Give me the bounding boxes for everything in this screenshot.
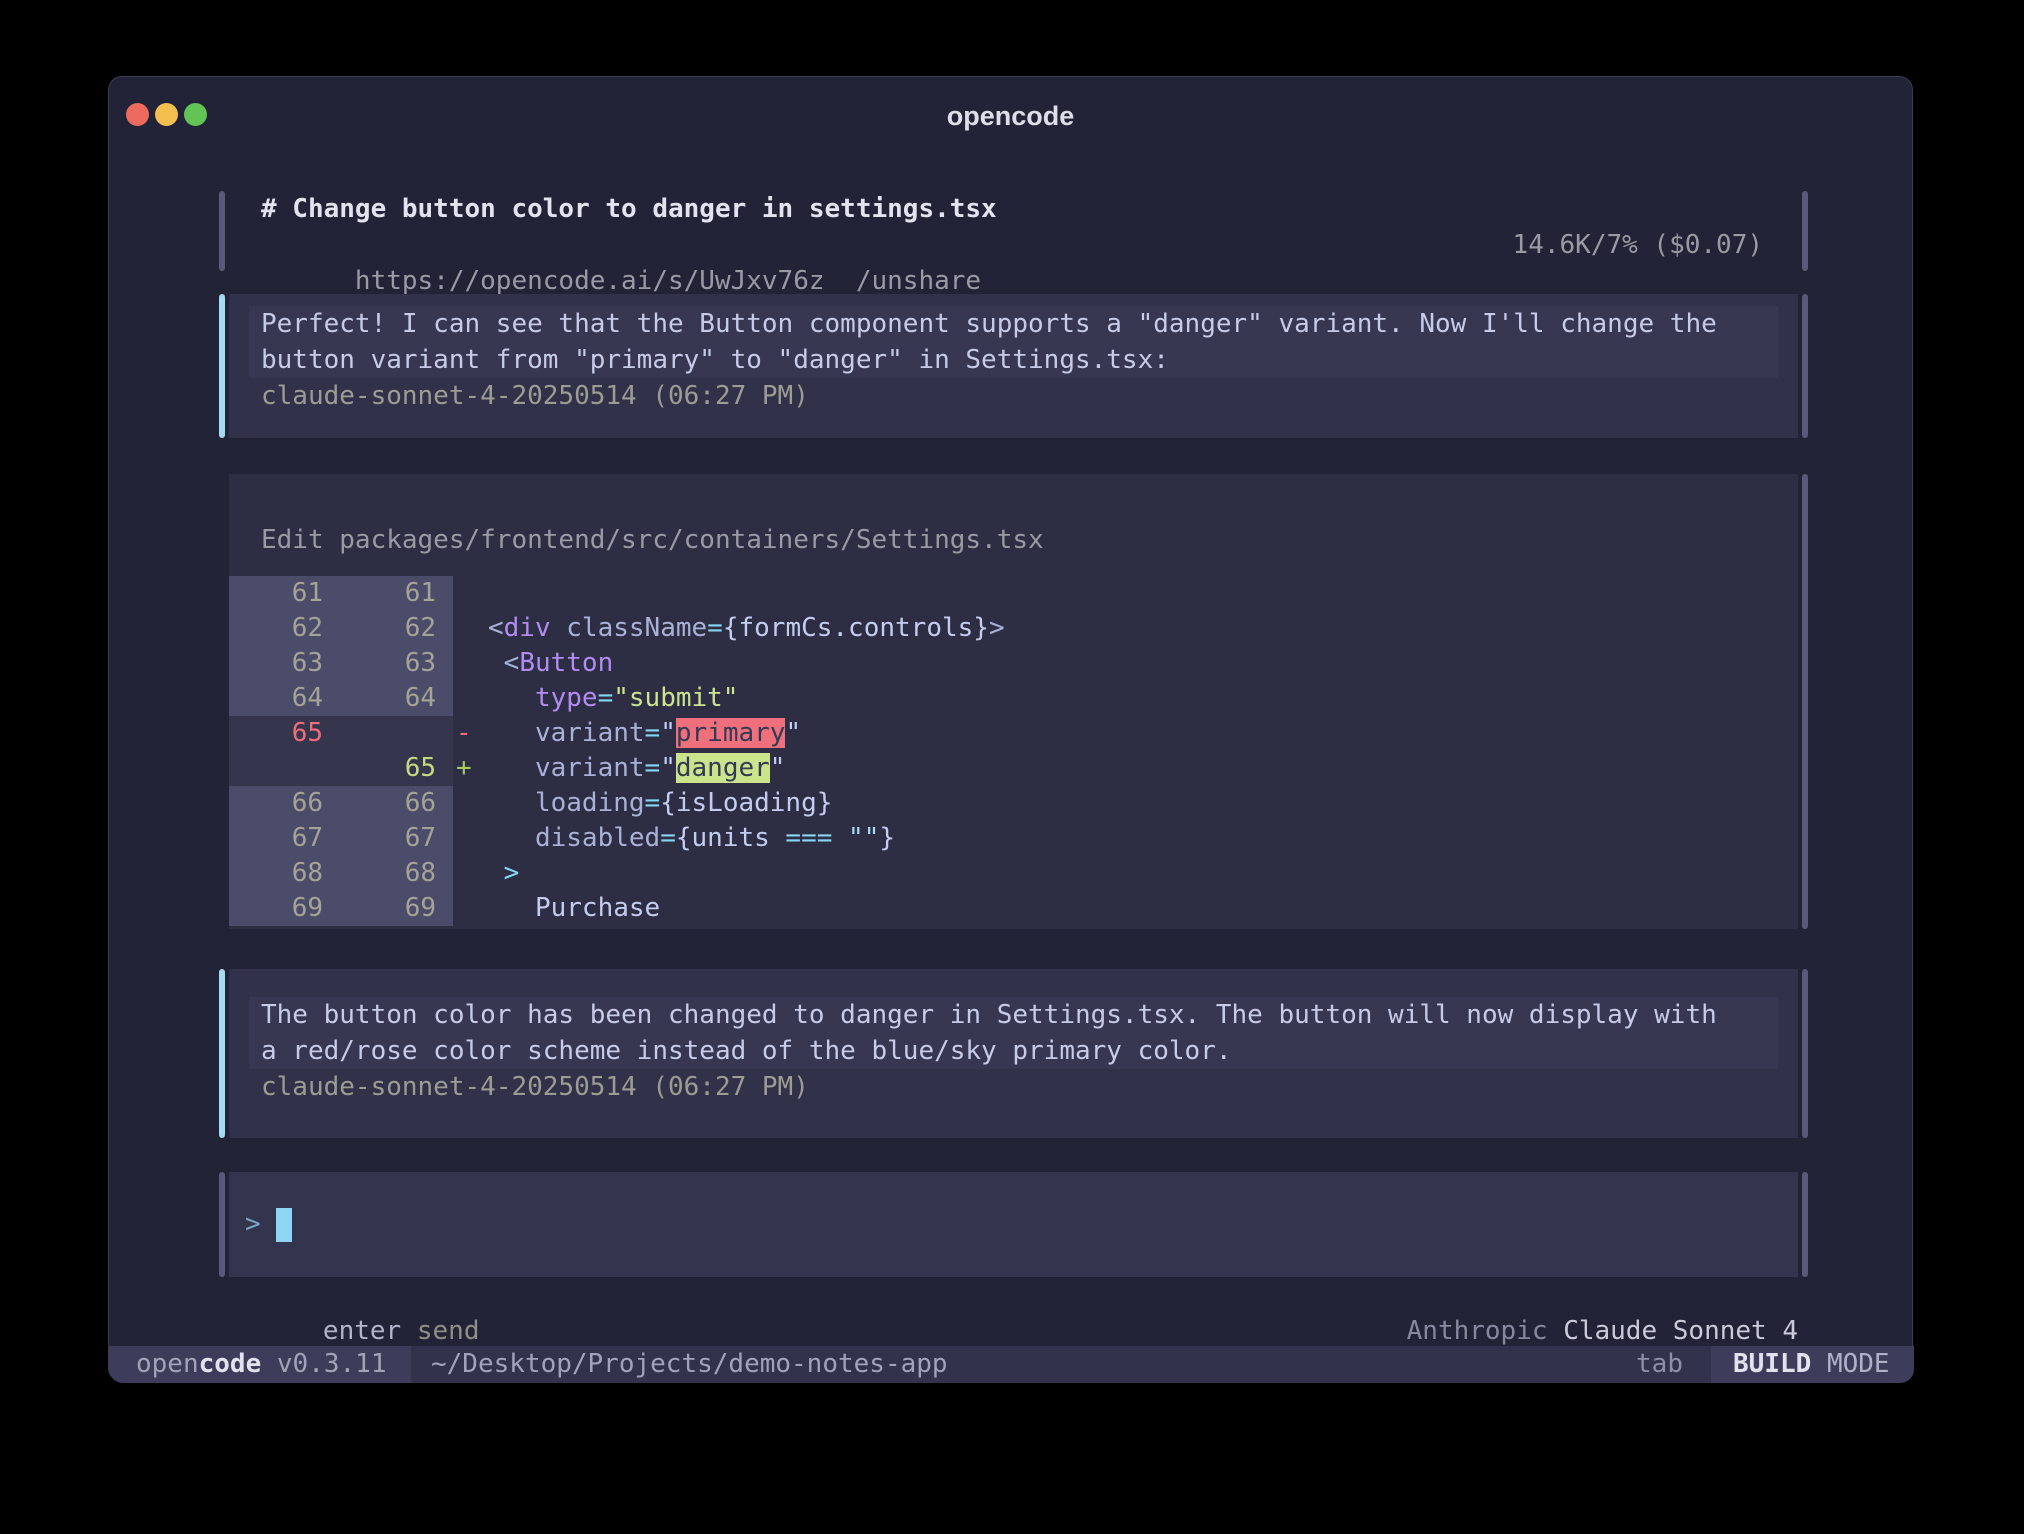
diff-row: 6363 <Button (229, 646, 1798, 681)
diff-row: 65- variant="primary" (229, 716, 1798, 751)
edit-right-border (1802, 474, 1808, 929)
edit-tool-block: Edit packages/frontend/src/containers/Se… (109, 474, 1914, 929)
message-line: The button color has been changed to dan… (261, 997, 1766, 1033)
diff-row: 6262<div className={formCs.controls}> (229, 611, 1798, 646)
diff-row: 6868 > (229, 856, 1798, 891)
send-action-hint: send (417, 1316, 480, 1346)
message-body: Perfect! I can see that the Button compo… (249, 306, 1778, 378)
model-label: Claude Sonnet 4 (1563, 1316, 1798, 1346)
message-right-border (1802, 294, 1808, 438)
message-accent-border (219, 969, 225, 1138)
input-left-border (219, 1172, 225, 1277)
prompt-symbol: > (245, 1209, 261, 1239)
message-line: button variant from "primary" to "danger… (261, 342, 1766, 378)
working-directory: ~/Desktop/Projects/demo-notes-app (431, 1346, 948, 1383)
diff-view: 61616262<div className={formCs.controls}… (229, 576, 1798, 926)
message-right-border (1802, 969, 1808, 1138)
diff-row: 6767 disabled={units === ""} (229, 821, 1798, 856)
prompt-input[interactable]: > (229, 1172, 1798, 1277)
window-title: opencode (109, 101, 1912, 132)
header-left-border (219, 191, 225, 271)
app-version-segment: opencode v0.3.11 (109, 1346, 411, 1383)
diff-row: 6969 Purchase (229, 891, 1798, 926)
message-meta: claude-sonnet-4-20250514 (06:27 PM) (229, 1069, 1798, 1105)
provider-label: Anthropic (1407, 1316, 1548, 1346)
session-header: # Change button color to danger in setti… (109, 191, 1914, 271)
tab-key-hint[interactable]: tab (1636, 1346, 1683, 1383)
token-cost-stats: 14.6K/7% ($0.07) (1513, 227, 1763, 263)
diff-row: 6666 loading={isLoading} (229, 786, 1798, 821)
diff-row: 6464 type="submit" (229, 681, 1798, 716)
header-right-border (1802, 191, 1808, 271)
status-bar: opencode v0.3.11 ~/Desktop/Projects/demo… (109, 1346, 1914, 1383)
message-line: a red/rose color scheme instead of the b… (261, 1033, 1766, 1069)
edit-file-path: Edit packages/frontend/src/containers/Se… (229, 522, 1798, 558)
unshare-command[interactable]: /unshare (856, 266, 981, 296)
input-right-border (1802, 1172, 1808, 1277)
opencode-window: opencode # Change button color to danger… (108, 76, 1913, 1382)
titlebar: opencode (109, 77, 1912, 153)
diff-row: 65+ variant="danger" (229, 751, 1798, 786)
message-accent-border (219, 294, 225, 438)
share-url[interactable]: https://opencode.ai/s/UwJxv76z (355, 266, 825, 296)
assistant-message: The button color has been changed to dan… (109, 969, 1914, 1138)
prompt-input-block: > (109, 1172, 1914, 1277)
enter-key-hint: enter (323, 1316, 401, 1346)
text-cursor (276, 1208, 292, 1242)
diff-row: 6161 (229, 576, 1798, 611)
hint-row: enter send Anthropic Claude Sonnet 4 (109, 1277, 1914, 1313)
session-title: # Change button color to danger in setti… (261, 191, 997, 227)
message-line: Perfect! I can see that the Button compo… (261, 306, 1766, 342)
assistant-message: Perfect! I can see that the Button compo… (109, 294, 1914, 438)
message-body: The button color has been changed to dan… (249, 997, 1778, 1069)
mode-segment[interactable]: BUILD MODE (1711, 1346, 1914, 1383)
message-meta: claude-sonnet-4-20250514 (06:27 PM) (229, 378, 1798, 414)
